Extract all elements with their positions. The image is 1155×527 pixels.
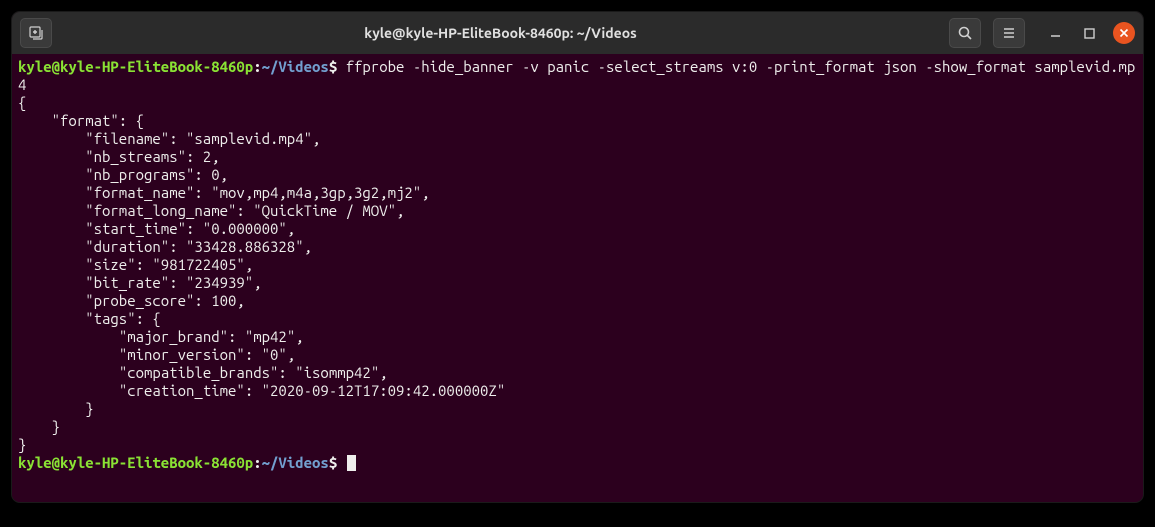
command-text (337, 58, 345, 75)
prompt2-dollar: $ (329, 454, 337, 471)
menu-button[interactable] (993, 18, 1025, 48)
prompt-dollar: $ (329, 58, 337, 75)
prompt2-path: ~/Videos (262, 454, 329, 471)
close-button[interactable] (1113, 22, 1135, 44)
search-button[interactable] (949, 18, 981, 48)
prompt2-user-host: kyle@kyle-HP-EliteBook-8460p (18, 454, 253, 471)
minimize-button[interactable] (1045, 23, 1065, 43)
cursor (347, 455, 356, 471)
terminal-window: kyle@kyle-HP-EliteBook-8460p: ~/Videos (12, 12, 1143, 502)
window-title: kyle@kyle-HP-EliteBook-8460p: ~/Videos (58, 25, 943, 41)
prompt2-space (337, 454, 345, 471)
titlebar-left (20, 18, 52, 48)
titlebar-right (949, 18, 1135, 48)
window-controls (1045, 22, 1135, 44)
prompt-user-host: kyle@kyle-HP-EliteBook-8460p (18, 58, 253, 75)
titlebar: kyle@kyle-HP-EliteBook-8460p: ~/Videos (12, 12, 1143, 54)
prompt-path: ~/Videos (262, 58, 329, 75)
prompt-colon: : (253, 58, 261, 75)
new-tab-button[interactable] (20, 18, 52, 48)
terminal-area[interactable]: kyle@kyle-HP-EliteBook-8460p:~/Videos$ f… (12, 54, 1143, 502)
command-output: { "format": { "filename": "samplevid.mp4… (18, 94, 505, 453)
prompt2-colon: : (253, 454, 261, 471)
maximize-button[interactable] (1079, 23, 1099, 43)
